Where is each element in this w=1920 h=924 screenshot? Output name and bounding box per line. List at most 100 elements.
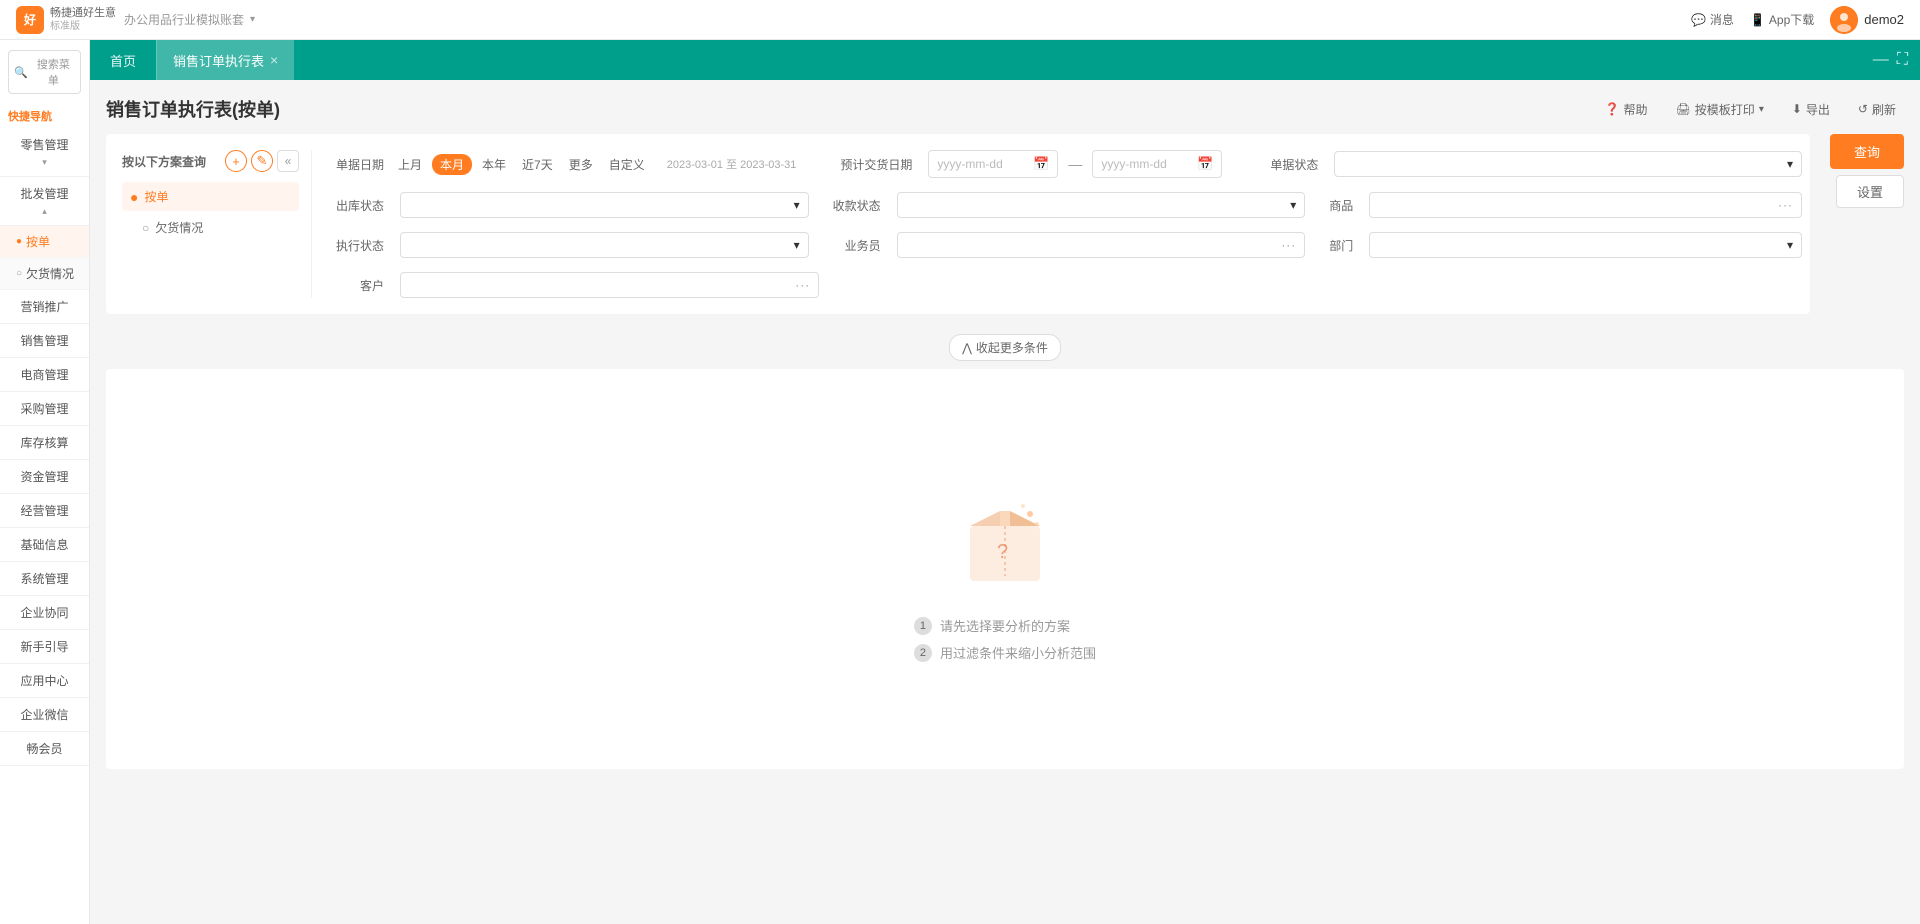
sidebar-item-retail[interactable]: 零售管理 ▾	[0, 128, 89, 177]
sidebar-subitem-欠货情况[interactable]: ○ 欠货情况	[0, 258, 89, 290]
sidebar-item-label: 畅会员	[26, 740, 62, 757]
sidebar-item-sales[interactable]: 销售管理	[0, 324, 89, 358]
sidebar-item-marketing[interactable]: 营销推广	[0, 290, 89, 324]
query-button[interactable]: 查询	[1830, 134, 1904, 169]
scheme-sub-label: 欠货情况	[155, 219, 203, 236]
date-separator: —	[1068, 156, 1082, 172]
tab-home[interactable]: 首页	[90, 40, 156, 80]
status-select[interactable]: ▾	[1334, 151, 1802, 177]
add-scheme-button[interactable]: +	[225, 150, 247, 172]
sidebar-item-finance[interactable]: 资金管理	[0, 460, 89, 494]
tab-bar: 首页 销售订单执行表 × — ⛶	[90, 40, 1920, 80]
empty-illustration: ?	[945, 476, 1065, 596]
empty-hints: 1 请先选择要分析的方案 2 用过滤条件来缩小分析范围	[914, 616, 1096, 662]
product-dots-icon: ···	[1778, 198, 1793, 212]
customer-input[interactable]: ···	[400, 272, 819, 298]
settings-button[interactable]: 设置	[1836, 175, 1904, 208]
expected-date-label: 预计交货日期	[840, 156, 912, 173]
date-tab-more[interactable]: 更多	[563, 154, 599, 175]
app-download-button[interactable]: 📱 App下载	[1750, 11, 1814, 28]
export-button[interactable]: ⬇ 导出	[1784, 97, 1838, 122]
quick-nav-title: 快捷导航	[0, 100, 89, 128]
outbound-label: 出库状态	[328, 197, 384, 214]
breadcrumb-chevron-icon[interactable]: ▾	[250, 14, 255, 25]
app-container: 好 畅捷通好生意 标准版 办公用品行业模拟账套 ▾ 💬 消息 📱 App下载	[0, 0, 1920, 924]
date-tab-custom[interactable]: 自定义	[603, 154, 651, 175]
edit-scheme-button[interactable]: ✎	[251, 150, 273, 172]
print-button[interactable]: 🖨 按模板打印	[1668, 97, 1772, 122]
date-tab-thismonth[interactable]: 本月	[432, 154, 472, 175]
tab-bar-actions: — ⛶	[1861, 40, 1920, 80]
calendar-icon2: 📅	[1197, 156, 1213, 172]
sidebar-item-appcenter[interactable]: 应用中心	[0, 664, 89, 698]
sidebar-item-system[interactable]: 系统管理	[0, 562, 89, 596]
user-area[interactable]: demo2	[1830, 6, 1904, 34]
scheme-item-label: 按单	[144, 188, 291, 205]
exec-select[interactable]: ▾	[400, 232, 809, 258]
filter-customer: 客户 ···	[328, 272, 819, 298]
phone-icon: 📱	[1750, 13, 1765, 27]
sidebar-item-label: 企业协同	[20, 604, 68, 621]
sidebar-item-label: 基础信息	[20, 536, 68, 553]
scheme-item-按单[interactable]: ● 按单	[122, 182, 299, 211]
date-tab-7days[interactable]: 近7天	[516, 154, 559, 175]
search-icon: 🔍	[14, 66, 28, 79]
sidebar: 🔍 搜索菜单 快捷导航 零售管理 ▾ 批发管理 ▴ ● 按单 ○ 欠货情况	[0, 40, 90, 924]
sidebar-item-basic[interactable]: 基础信息	[0, 528, 89, 562]
top-bar-left: 好 畅捷通好生意 标准版 办公用品行业模拟账套 ▾	[16, 6, 255, 34]
filter-row-3: 执行状态 ▾ 业务员	[328, 232, 1802, 258]
sidebar-item-label: 应用中心	[20, 672, 68, 689]
scheme-actions: + ✎ «	[225, 150, 299, 172]
date-tab-thisyear[interactable]: 本年	[476, 154, 512, 175]
date-label: 单据日期	[328, 156, 384, 173]
sidebar-item-newuser[interactable]: 新手引导	[0, 630, 89, 664]
expected-date-end[interactable]: yyyy-mm-dd 📅	[1092, 150, 1222, 178]
sidebar-item-label: 电商管理	[20, 366, 68, 383]
maximize-icon[interactable]: ⛶	[1897, 51, 1908, 69]
refresh-button[interactable]: ↺ 刷新	[1850, 97, 1904, 122]
sidebar-item-wechat[interactable]: 企业微信	[0, 698, 89, 732]
product-input[interactable]: ···	[1369, 192, 1802, 218]
collapse-scheme-button[interactable]: «	[277, 150, 299, 172]
filter-dept: 部门 ▾	[1321, 232, 1802, 258]
sidebar-item-enterprise[interactable]: 企业协同	[0, 596, 89, 630]
sidebar-search: 🔍 搜索菜单	[0, 40, 89, 100]
expected-date-start[interactable]: yyyy-mm-dd 📅	[928, 150, 1058, 178]
salesman-label: 业务员	[825, 237, 881, 254]
sidebar-item-wholesale[interactable]: 批发管理 ▴	[0, 177, 89, 226]
collapse-bar: ⋀ 收起更多条件	[106, 326, 1904, 369]
collapse-button[interactable]: ⋀ 收起更多条件	[949, 334, 1061, 361]
logo-icon: 好	[16, 6, 44, 34]
tab-sales-exec[interactable]: 销售订单执行表 ×	[156, 40, 294, 80]
collapse-icon: ⋀	[962, 341, 972, 355]
dept-caret-icon: ▾	[1787, 238, 1793, 252]
date-tab-lastmonth[interactable]: 上月	[392, 154, 428, 175]
minimize-icon[interactable]: —	[1873, 51, 1889, 69]
page-header: 销售订单执行表(按单) ❓ 帮助 🖨 按模板打印 ⬇ 导出	[106, 96, 1904, 122]
payment-select[interactable]: ▾	[897, 192, 1306, 218]
outbound-caret-icon: ▾	[794, 198, 800, 212]
dept-label: 部门	[1321, 237, 1353, 254]
scheme-item-欠货情况[interactable]: ○ 欠货情况	[122, 213, 299, 242]
search-menu-button[interactable]: 🔍 搜索菜单	[8, 50, 81, 94]
sidebar-item-member[interactable]: 畅会员	[0, 732, 89, 766]
sidebar-item-purchase[interactable]: 采购管理	[0, 392, 89, 426]
message-button[interactable]: 💬 消息	[1691, 11, 1734, 28]
sidebar-item-ecommerce[interactable]: 电商管理	[0, 358, 89, 392]
filter-container: 按以下方案查询 + ✎ « ● 按单	[106, 134, 1904, 326]
expand-icon: ▴	[42, 206, 47, 217]
sidebar-subitem-按单[interactable]: ● 按单	[0, 226, 89, 258]
outbound-select[interactable]: ▾	[400, 192, 809, 218]
exec-label: 执行状态	[328, 237, 384, 254]
tab-close-icon[interactable]: ×	[270, 53, 278, 67]
hint-num-1: 1	[914, 617, 932, 635]
svg-text:?: ?	[997, 541, 1008, 563]
top-bar-right: 💬 消息 📱 App下载 demo2	[1691, 6, 1904, 34]
salesman-input[interactable]: ···	[897, 232, 1306, 258]
help-button[interactable]: ❓ 帮助	[1597, 97, 1656, 122]
sidebar-item-inventory[interactable]: 库存核算	[0, 426, 89, 460]
export-icon: ⬇	[1792, 102, 1802, 116]
salesman-dots-icon: ···	[1281, 238, 1296, 252]
sidebar-item-management[interactable]: 经营管理	[0, 494, 89, 528]
dept-select[interactable]: ▾	[1369, 232, 1802, 258]
